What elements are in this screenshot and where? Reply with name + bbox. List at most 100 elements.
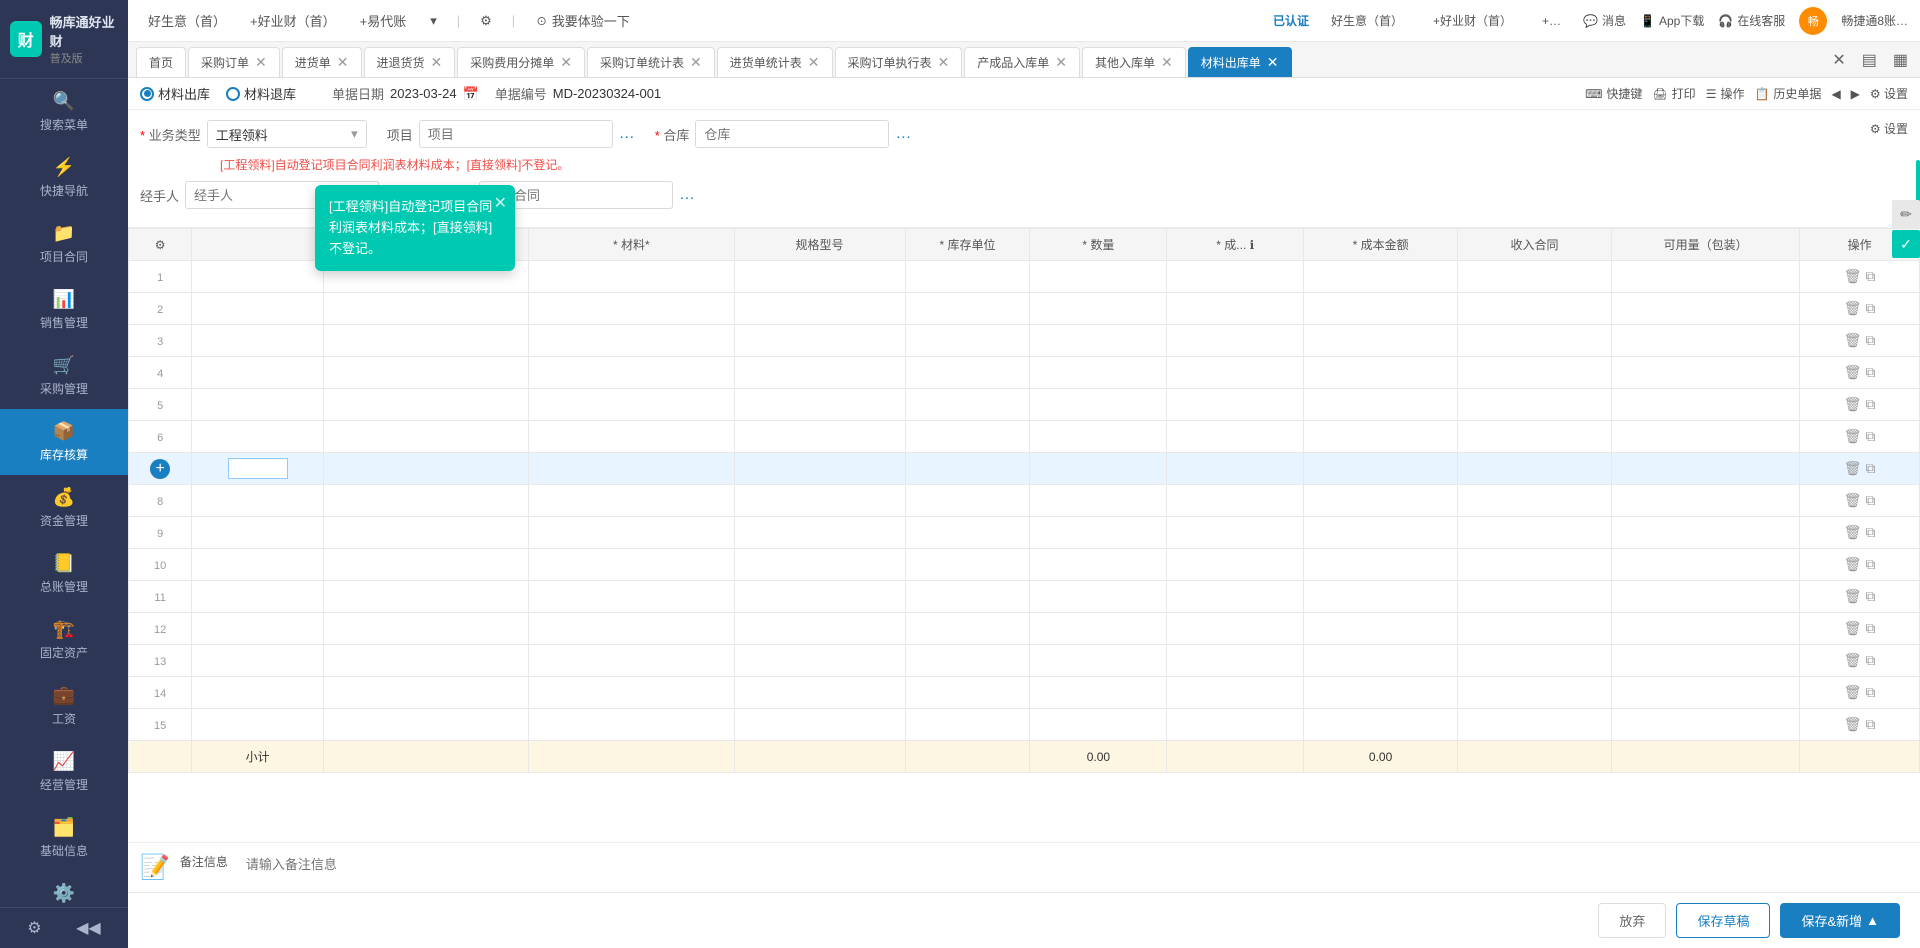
cell-cost-amt[interactable] [1304, 389, 1458, 421]
cell-material[interactable] [529, 549, 734, 581]
copy-icon[interactable]: ⧉ [1865, 716, 1875, 732]
active-project-input[interactable] [332, 461, 520, 476]
subtab-material-out[interactable]: 材料出库 [140, 84, 210, 103]
cell-spec[interactable] [734, 421, 905, 453]
copy-icon[interactable]: ⧉ [1865, 268, 1875, 284]
tabbar-layout-split[interactable]: ▦ [1889, 46, 1912, 74]
tab-purchase-stats[interactable]: 采购订单统计表✕ [587, 47, 715, 77]
col-header-unit[interactable]: * 库存单位 [905, 229, 1030, 261]
cell-income[interactable] [1458, 421, 1612, 453]
delete-icon[interactable]: 🗑 [1844, 620, 1862, 636]
delete-icon[interactable]: 🗑 [1844, 588, 1862, 604]
sidebar-item-purchase[interactable]: 🛒 采购管理 [0, 343, 128, 409]
sidebar-collapse-btn[interactable]: ◀◀ [76, 918, 101, 938]
cell-avail-active[interactable] [1612, 453, 1800, 485]
copy-icon[interactable]: ⧉ [1865, 364, 1875, 380]
cell-project[interactable] [323, 581, 528, 613]
cell-unit[interactable] [905, 293, 1030, 325]
settings-btn[interactable]: ⚙ 设置 [1870, 85, 1908, 102]
delete-icon[interactable]: 🗑 [1844, 524, 1862, 540]
cell-qty[interactable] [1030, 357, 1167, 389]
shortcut-btn[interactable]: ⌨ 快捷键 [1585, 85, 1642, 102]
cell-material[interactable] [529, 293, 734, 325]
cell-cost[interactable] [1167, 485, 1304, 517]
cell-income[interactable] [1458, 485, 1612, 517]
delete-icon[interactable]: 🗑 [1844, 460, 1862, 476]
delete-icon[interactable]: 🗑 [1844, 364, 1862, 380]
print-btn[interactable]: 🖨 打印 [1652, 85, 1695, 102]
prev-btn[interactable]: ◀ [1831, 87, 1840, 101]
cell-cost-amt-active[interactable] [1304, 453, 1458, 485]
cell-project[interactable] [323, 325, 528, 357]
cell-income[interactable] [1458, 517, 1612, 549]
delete-icon[interactable]: 🗑 [1844, 652, 1862, 668]
calendar-icon[interactable]: 📅 [463, 86, 479, 102]
add-row-btn[interactable]: + [150, 459, 170, 479]
cell-income[interactable] [1458, 261, 1612, 293]
history-btn[interactable]: 📋 历史单据 [1754, 85, 1821, 102]
tab-product-stock[interactable]: 产成品入库单✕ [964, 47, 1080, 77]
cell-spec[interactable] [734, 485, 905, 517]
cell-material[interactable] [529, 517, 734, 549]
cell-income[interactable] [1458, 709, 1612, 741]
project-input[interactable] [419, 120, 613, 148]
tab-goods-receipt[interactable]: 进货单✕ [282, 47, 362, 77]
cell-material[interactable] [529, 581, 734, 613]
cell-cost-active[interactable] [1167, 453, 1304, 485]
tab-purchase-exec[interactable]: 采购订单执行表✕ [835, 47, 963, 77]
tab-material-out[interactable]: 材料出库单✕ [1188, 47, 1292, 77]
cell-qty[interactable] [1030, 581, 1167, 613]
cell-project[interactable] [323, 645, 528, 677]
cell-cost-amt[interactable] [1304, 613, 1458, 645]
tab-home[interactable]: 首页 [136, 47, 186, 77]
tab-expense-split[interactable]: 采购费用分摊单✕ [457, 47, 585, 77]
topbar-nav-haoshengyi[interactable]: 好生意（首） [140, 7, 234, 34]
cell-project[interactable] [323, 421, 528, 453]
tabbar-close-btn[interactable]: ✕ [1828, 46, 1849, 74]
cell-avail[interactable] [1612, 485, 1800, 517]
cell-spec[interactable] [734, 517, 905, 549]
cell-unit[interactable] [905, 261, 1030, 293]
cell-cost-amt[interactable] [1304, 677, 1458, 709]
cell-cost-amt[interactable] [1304, 293, 1458, 325]
cell-cost-amt[interactable] [1304, 581, 1458, 613]
cell-project[interactable] [323, 293, 528, 325]
cell-cost-amt[interactable] [1304, 517, 1458, 549]
delete-icon[interactable]: 🗑 [1844, 716, 1862, 732]
cell-unit[interactable] [905, 677, 1030, 709]
warehouse-dots-btn[interactable]: … [895, 125, 911, 143]
cell-project[interactable] [323, 549, 528, 581]
copy-icon[interactable]: ⧉ [1865, 492, 1875, 508]
cell-avail[interactable] [1612, 389, 1800, 421]
save-new-button[interactable]: 保存&新增 ▲ [1780, 903, 1900, 938]
cell-project[interactable] [323, 517, 528, 549]
tab-goods-stats[interactable]: 进货单统计表✕ [717, 47, 833, 77]
tab-purchase-order[interactable]: 采购订单✕ [188, 47, 280, 77]
cell-income[interactable] [1458, 581, 1612, 613]
col-header-material[interactable]: * 材料* [529, 229, 734, 261]
cell-cost[interactable] [1167, 261, 1304, 293]
right-float-green-btn[interactable]: ✓ [1892, 230, 1920, 258]
cell-spec[interactable] [734, 357, 905, 389]
copy-icon[interactable]: ⧉ [1865, 460, 1875, 476]
cell-unit[interactable] [905, 485, 1030, 517]
delete-icon[interactable]: 🗑 [1844, 428, 1862, 444]
cell-income[interactable] [1458, 293, 1612, 325]
cell-cost[interactable] [1167, 677, 1304, 709]
cell-qty[interactable] [1030, 517, 1167, 549]
tab-close-icon[interactable]: ✕ [690, 55, 702, 69]
sidebar-item-system[interactable]: ⚙️ 系统管理 [0, 871, 128, 907]
cell-spec[interactable] [734, 613, 905, 645]
cell-unit[interactable] [905, 549, 1030, 581]
cell-avail[interactable] [1612, 613, 1800, 645]
topbar-nav-haoyecai[interactable]: +好业财（首） [242, 7, 344, 34]
sidebar-item-ops[interactable]: 📈 经营管理 [0, 739, 128, 805]
cell-unit[interactable] [905, 709, 1030, 741]
topbar-haoyecai-right[interactable]: +好业财（首） [1425, 8, 1520, 33]
copy-icon[interactable]: ⧉ [1865, 396, 1875, 412]
cell-cost[interactable] [1167, 293, 1304, 325]
cell-material[interactable] [529, 357, 734, 389]
cell-unit[interactable] [905, 645, 1030, 677]
tab-close-icon[interactable]: ✕ [808, 55, 820, 69]
biz-type-select[interactable]: 工程领料 ▾ [207, 120, 367, 148]
